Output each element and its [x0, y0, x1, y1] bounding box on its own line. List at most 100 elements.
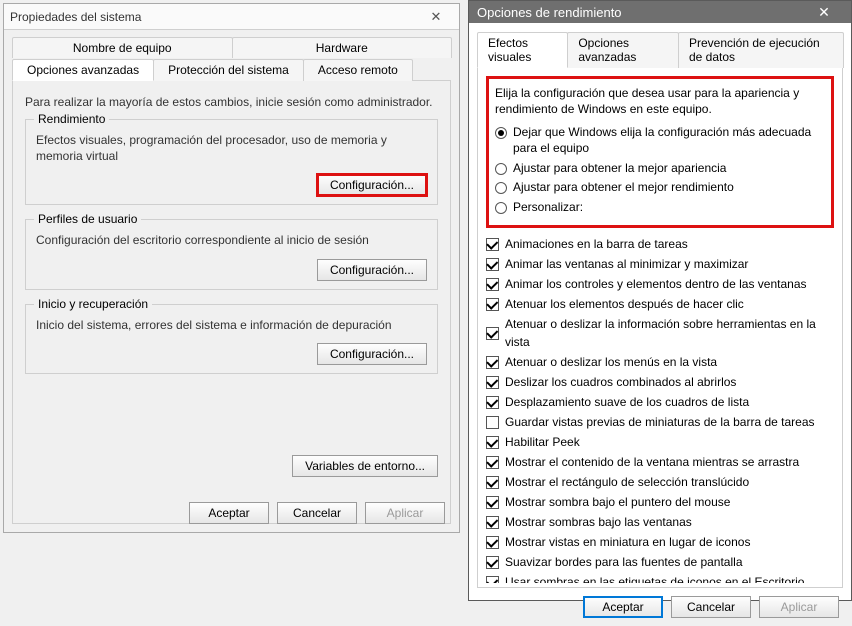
radio-icon[interactable]	[495, 163, 507, 175]
check-option-16[interactable]: Usar sombras en las etiquetas de iconos …	[486, 572, 834, 583]
cancel-button[interactable]: Cancelar	[277, 502, 357, 524]
checkbox-label: Mostrar sombras bajo las ventanas	[505, 513, 692, 531]
radio-icon[interactable]	[495, 127, 507, 139]
check-option-11[interactable]: Mostrar el rectángulo de selección trans…	[486, 472, 834, 492]
group-rendimiento: Rendimiento Efectos visuales, programaci…	[25, 119, 438, 205]
group-text: Efectos visuales, programación del proce…	[36, 132, 427, 164]
group-text: Inicio del sistema, errores del sistema …	[36, 317, 427, 333]
check-option-6[interactable]: Deslizar los cuadros combinados al abrir…	[486, 372, 834, 392]
checkbox-icon[interactable]	[486, 356, 499, 369]
check-option-7[interactable]: Desplazamiento suave de los cuadros de l…	[486, 392, 834, 412]
checkbox-label: Mostrar sombra bajo el puntero del mouse	[505, 493, 730, 511]
check-option-1[interactable]: Animar las ventanas al minimizar y maxim…	[486, 254, 834, 274]
checkbox-label: Atenuar los elementos después de hacer c…	[505, 295, 744, 313]
checkbox-icon[interactable]	[486, 536, 499, 549]
checkbox-icon[interactable]	[486, 278, 499, 291]
checkbox-icon[interactable]	[486, 556, 499, 569]
tab-opciones-avanzadas[interactable]: Opciones avanzadas	[12, 59, 154, 81]
checkbox-label: Atenuar o deslizar la información sobre …	[505, 315, 834, 351]
dialog-buttons: Aceptar Cancelar Aplicar	[469, 588, 851, 626]
tab-nombre-equipo[interactable]: Nombre de equipo	[12, 37, 233, 58]
check-option-5[interactable]: Atenuar o deslizar los menús en la vista	[486, 352, 834, 372]
check-option-2[interactable]: Animar los controles y elementos dentro …	[486, 274, 834, 294]
checkbox-label: Suavizar bordes para las fuentes de pant…	[505, 553, 743, 571]
checkbox-icon[interactable]	[486, 298, 499, 311]
check-option-9[interactable]: Habilitar Peek	[486, 432, 834, 452]
group-inicio-recuperacion: Inicio y recuperación Inicio del sistema…	[25, 304, 438, 374]
apply-button[interactable]: Aplicar	[365, 502, 445, 524]
radio-label: Ajustar para obtener la mejor apariencia	[513, 161, 726, 177]
tabs-row-2: Opciones avanzadas Protección del sistem…	[12, 58, 451, 81]
checkbox-label: Animaciones en la barra de tareas	[505, 235, 688, 253]
group-text: Configuración del escritorio correspondi…	[36, 232, 427, 248]
radio-icon[interactable]	[495, 202, 507, 214]
radio-label: Personalizar:	[513, 200, 583, 216]
checkbox-label: Animar las ventanas al minimizar y maxim…	[505, 255, 748, 273]
close-icon[interactable]: ✕	[419, 7, 453, 27]
check-option-13[interactable]: Mostrar sombras bajo las ventanas	[486, 512, 834, 532]
ok-button[interactable]: Aceptar	[583, 596, 663, 618]
checkbox-label: Habilitar Peek	[505, 433, 580, 451]
radio-label: Dejar que Windows elija la configuración…	[513, 125, 825, 156]
checkbox-label: Desplazamiento suave de los cuadros de l…	[505, 393, 749, 411]
check-option-3[interactable]: Atenuar los elementos después de hacer c…	[486, 294, 834, 314]
checkbox-icon[interactable]	[486, 476, 499, 489]
checkbox-icon[interactable]	[486, 416, 499, 429]
checkbox-label: Usar sombras en las etiquetas de iconos …	[505, 573, 804, 583]
titlebar[interactable]: Opciones de rendimiento ✕	[469, 1, 851, 23]
check-option-10[interactable]: Mostrar el contenido de la ventana mient…	[486, 452, 834, 472]
radio-label: Ajustar para obtener el mejor rendimient…	[513, 180, 734, 196]
radio-icon[interactable]	[495, 182, 507, 194]
apply-button[interactable]: Aplicar	[759, 596, 839, 618]
checkbox-icon[interactable]	[486, 327, 499, 340]
advanced-tab-body: Para realizar la mayoría de estos cambio…	[12, 81, 451, 524]
tabs-row-1: Nombre de equipo Hardware	[12, 36, 451, 58]
checkbox-label: Mostrar el contenido de la ventana mient…	[505, 453, 799, 471]
check-option-8[interactable]: Guardar vistas previas de miniaturas de …	[486, 412, 834, 432]
tab-dep[interactable]: Prevención de ejecución de datos	[678, 32, 844, 68]
radio-option-1[interactable]: Ajustar para obtener la mejor apariencia	[495, 161, 825, 177]
group-caption: Inicio y recuperación	[34, 297, 152, 311]
tab-efectos-visuales[interactable]: Efectos visuales	[477, 32, 568, 68]
checkbox-label: Animar los controles y elementos dentro …	[505, 275, 807, 293]
admin-note: Para realizar la mayoría de estos cambio…	[25, 95, 438, 109]
checkbox-icon[interactable]	[486, 436, 499, 449]
radio-option-0[interactable]: Dejar que Windows elija la configuración…	[495, 125, 825, 156]
rendimiento-config-button[interactable]: Configuración...	[317, 174, 427, 196]
checkbox-icon[interactable]	[486, 516, 499, 529]
perfiles-config-button[interactable]: Configuración...	[317, 259, 427, 281]
tab-opciones-avanzadas[interactable]: Opciones avanzadas	[567, 32, 679, 68]
visual-effects-body: Elija la configuración que desea usar pa…	[477, 68, 843, 588]
radio-option-3[interactable]: Personalizar:	[495, 200, 825, 216]
checkbox-icon[interactable]	[486, 576, 499, 583]
check-option-14[interactable]: Mostrar vistas en miniatura en lugar de …	[486, 532, 834, 552]
tab-proteccion-sistema[interactable]: Protección del sistema	[153, 59, 304, 81]
checkbox-icon[interactable]	[486, 396, 499, 409]
performance-options-window: Opciones de rendimiento ✕ Efectos visual…	[468, 0, 852, 601]
tab-hardware[interactable]: Hardware	[232, 37, 453, 58]
window-title: Propiedades del sistema	[10, 10, 141, 24]
check-option-15[interactable]: Suavizar bordes para las fuentes de pant…	[486, 552, 834, 572]
system-properties-window: Propiedades del sistema ✕ Nombre de equi…	[3, 3, 460, 533]
inicio-config-button[interactable]: Configuración...	[317, 343, 427, 365]
checkbox-icon[interactable]	[486, 258, 499, 271]
checkbox-icon[interactable]	[486, 456, 499, 469]
intro-text: Elija la configuración que desea usar pa…	[495, 85, 825, 117]
check-option-4[interactable]: Atenuar o deslizar la información sobre …	[486, 314, 834, 352]
tab-acceso-remoto[interactable]: Acceso remoto	[303, 59, 413, 81]
close-icon[interactable]: ✕	[805, 1, 843, 23]
checkbox-label: Deslizar los cuadros combinados al abrir…	[505, 373, 736, 391]
checkbox-icon[interactable]	[486, 496, 499, 509]
cancel-button[interactable]: Cancelar	[671, 596, 751, 618]
ok-button[interactable]: Aceptar	[189, 502, 269, 524]
titlebar[interactable]: Propiedades del sistema ✕	[4, 4, 459, 30]
highlighted-options-box: Elija la configuración que desea usar pa…	[486, 76, 834, 228]
checkbox-icon[interactable]	[486, 376, 499, 389]
dialog-buttons: Aceptar Cancelar Aplicar	[4, 502, 459, 524]
env-variables-button[interactable]: Variables de entorno...	[292, 455, 438, 477]
radio-option-2[interactable]: Ajustar para obtener el mejor rendimient…	[495, 180, 825, 196]
checkbox-icon[interactable]	[486, 238, 499, 251]
check-option-0[interactable]: Animaciones en la barra de tareas	[486, 234, 834, 254]
effects-checklist: Animaciones en la barra de tareas Animar …	[486, 234, 834, 583]
check-option-12[interactable]: Mostrar sombra bajo el puntero del mouse	[486, 492, 834, 512]
